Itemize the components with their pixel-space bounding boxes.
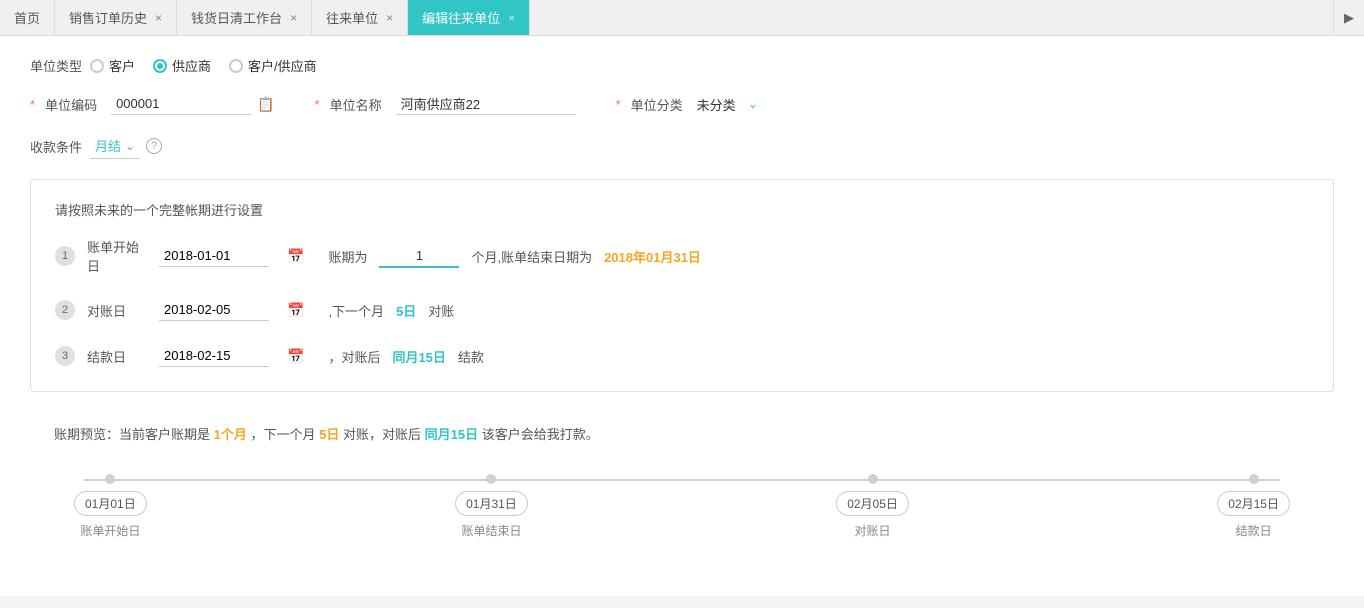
- unit-code-label: 单位编码: [45, 95, 97, 114]
- timeline-badge-1: 01月31日: [455, 491, 528, 516]
- payment-date-input[interactable]: [159, 345, 269, 367]
- timeline-dot-3: [1249, 474, 1259, 484]
- unit-category-label: 单位分类: [631, 95, 683, 114]
- payment-condition-chevron: ⌄: [125, 139, 135, 153]
- row-num-3: 3: [55, 346, 75, 366]
- main-content: 单位类型 客户 供应商 客户/供应商 * 单位编码 📋 * 单位名称: [0, 36, 1364, 596]
- radio-customer-supplier[interactable]: 客户/供应商: [229, 56, 317, 75]
- unit-type-row: 单位类型 客户 供应商 客户/供应商: [30, 56, 1334, 75]
- copy-icon[interactable]: 📋: [257, 96, 274, 113]
- unit-category-value: 未分类: [697, 95, 736, 114]
- tab-edit-related-units[interactable]: 编辑往来单位 ×: [408, 0, 530, 35]
- unit-type-label: 单位类型: [30, 56, 82, 75]
- payment-date-calendar-icon[interactable]: 📅: [287, 348, 304, 365]
- tab-related-units[interactable]: 往来单位 ×: [312, 0, 408, 35]
- tabs-bar: 首页 销售订单历史 × 钱货日清工作台 × 往来单位 × 编辑往来单位 × ▶: [0, 0, 1364, 36]
- timeline-dot-1: [486, 474, 496, 484]
- unit-code-field: * 单位编码 📋: [30, 93, 275, 115]
- timeline-container: 01月01日 账单开始日 01月31日 账单结束日 02月05日 对账日 02月…: [54, 467, 1310, 539]
- timeline-badge-0: 01月01日: [74, 491, 147, 516]
- radio-circle-customer: [90, 59, 104, 73]
- radio-label-customer-supplier: 客户/供应商: [248, 56, 317, 75]
- row3-highlight: 同月15日: [392, 347, 445, 366]
- row2-suffix-end: 对账: [428, 301, 454, 320]
- setting-row-2: 2 对账日 📅 ,下一个月 5日 对账: [55, 299, 1309, 321]
- payment-condition-select[interactable]: 月结 ⌄: [90, 133, 140, 159]
- row1-suffix-after: 个月,账单结束日期为: [471, 247, 592, 266]
- timeline-item-3: 02月15日 结款日: [1217, 467, 1290, 539]
- preview-part3: 同月15日: [425, 427, 478, 442]
- payment-condition-label: 收款条件: [30, 137, 82, 156]
- preview-text: 账期预览：当前客户账期是 1个月 ，下一个月 5日 对账，对账后 同月15日 该…: [54, 424, 1310, 443]
- preview-suffix: 该客户会给我打款。: [482, 427, 599, 442]
- row-num-1: 1: [55, 246, 75, 266]
- row1-suffix-before: 账期为: [328, 247, 367, 266]
- reconcile-date-calendar-icon[interactable]: 📅: [287, 302, 304, 319]
- unit-category-dropdown-arrow[interactable]: ⌄: [748, 97, 758, 111]
- unit-type-radio-group: 客户 供应商 客户/供应商: [90, 56, 317, 75]
- unit-info-row: * 单位编码 📋 * 单位名称 * 单位分类 未分类 ⌄: [30, 93, 1334, 115]
- timeline-badge-2: 02月05日: [836, 491, 909, 516]
- unit-category-field: * 单位分类 未分类 ⌄: [616, 95, 758, 114]
- row-num-2: 2: [55, 300, 75, 320]
- row1-highlight: 2018年01月31日: [604, 247, 701, 266]
- timeline-item-0: 01月01日 账单开始日: [74, 467, 147, 539]
- preview-mid2: 对账，对账后: [343, 427, 421, 442]
- timeline-badge-3: 02月15日: [1217, 491, 1290, 516]
- preview-prefix: 账期预览：当前客户账期是: [54, 427, 210, 442]
- close-tab-cashier-workbench[interactable]: ×: [290, 11, 297, 25]
- row3-suffix-before: ，对账后: [328, 347, 380, 366]
- timeline-item-2: 02月05日 对账日: [836, 467, 909, 539]
- row-label-1: 账单开始日: [87, 237, 147, 275]
- radio-circle-customer-supplier: [229, 59, 243, 73]
- setting-row-3: 3 结款日 📅 ，对账后 同月15日 结款: [55, 345, 1309, 367]
- payment-condition-row: 收款条件 月结 ⌄ ?: [30, 133, 1334, 159]
- row-label-2: 对账日: [87, 301, 147, 320]
- radio-label-customer: 客户: [109, 56, 135, 75]
- timeline-sub-3: 结款日: [1236, 522, 1272, 539]
- start-date-input[interactable]: [159, 245, 269, 267]
- timeline-items: 01月01日 账单开始日 01月31日 账单结束日 02月05日 对账日 02月…: [74, 467, 1290, 539]
- timeline-sub-2: 对账日: [855, 522, 891, 539]
- timeline-sub-1: 账单结束日: [461, 522, 521, 539]
- radio-circle-supplier: [153, 59, 167, 73]
- timeline-item-1: 01月31日 账单结束日: [455, 467, 528, 539]
- row2-highlight: 5日: [396, 301, 416, 320]
- preview-part1: 1个月: [214, 427, 247, 442]
- close-tab-sales-order-history[interactable]: ×: [155, 11, 162, 25]
- row-label-3: 结款日: [87, 347, 147, 366]
- section-instruction: 请按照未来的一个完整帐期进行设置: [55, 200, 1309, 219]
- period-settings-card: 请按照未来的一个完整帐期进行设置 1 账单开始日 📅 账期为 个月,账单结束日期…: [30, 179, 1334, 392]
- period-input[interactable]: [379, 245, 459, 268]
- tab-sales-order-history[interactable]: 销售订单历史 ×: [55, 0, 177, 35]
- unit-name-input[interactable]: [396, 93, 576, 115]
- close-tab-related-units[interactable]: ×: [386, 11, 393, 25]
- tab-cashier-workbench[interactable]: 钱货日清工作台 ×: [177, 0, 312, 35]
- tab-scroll-arrow[interactable]: ▶: [1333, 0, 1364, 35]
- close-tab-edit-related-units[interactable]: ×: [508, 11, 515, 25]
- timeline-dot-2: [868, 474, 878, 484]
- help-icon[interactable]: ?: [146, 138, 162, 154]
- unit-name-field: * 单位名称: [315, 93, 576, 115]
- timeline-sub-0: 账单开始日: [80, 522, 140, 539]
- row3-suffix-end: 结款: [458, 347, 484, 366]
- preview-mid1: ，下一个月: [251, 427, 316, 442]
- radio-supplier[interactable]: 供应商: [153, 56, 211, 75]
- radio-label-supplier: 供应商: [172, 56, 211, 75]
- row2-suffix-before: ,下一个月: [328, 301, 384, 320]
- timeline-dot-0: [105, 474, 115, 484]
- preview-part2: 5日: [319, 427, 339, 442]
- start-date-calendar-icon[interactable]: 📅: [287, 248, 304, 265]
- reconcile-date-input[interactable]: [159, 299, 269, 321]
- setting-row-1: 1 账单开始日 📅 账期为 个月,账单结束日期为 2018年01月31日: [55, 237, 1309, 275]
- preview-section: 账期预览：当前客户账期是 1个月 ，下一个月 5日 对账，对账后 同月15日 该…: [30, 410, 1334, 553]
- payment-condition-value: 月结: [95, 136, 121, 155]
- tab-home[interactable]: 首页: [0, 0, 55, 35]
- radio-customer[interactable]: 客户: [90, 56, 135, 75]
- unit-name-label: 单位名称: [330, 95, 382, 114]
- unit-code-input[interactable]: [111, 93, 251, 115]
